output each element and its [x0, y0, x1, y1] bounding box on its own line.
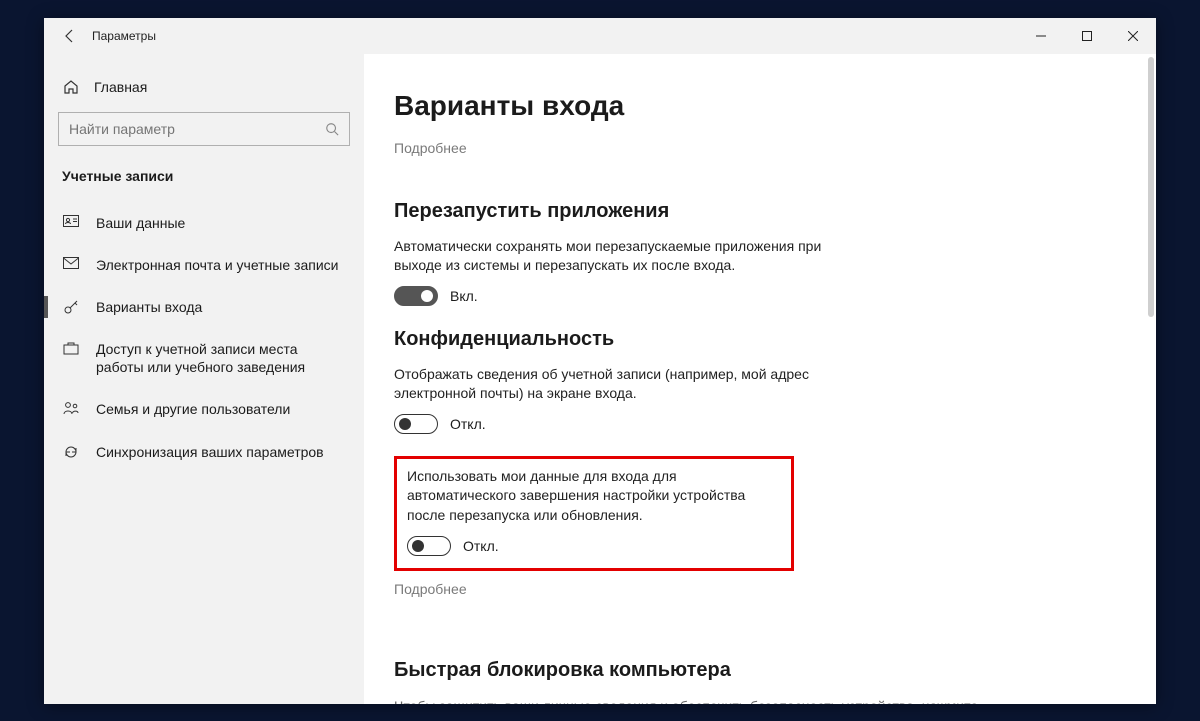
- minimize-button[interactable]: [1018, 20, 1064, 52]
- key-icon: [62, 299, 80, 315]
- home-label: Главная: [94, 79, 147, 95]
- maximize-button[interactable]: [1064, 20, 1110, 52]
- person-card-icon: [62, 215, 80, 229]
- section-lock-title: Быстрая блокировка компьютера: [394, 659, 1126, 682]
- show-account-toggle[interactable]: [394, 414, 438, 434]
- use-signin-info-toggle[interactable]: [407, 536, 451, 556]
- section-privacy-title: Конфиденциальность: [394, 328, 1126, 351]
- search-input[interactable]: [69, 121, 325, 137]
- sidebar-item-label: Электронная почта и учетные записи: [96, 256, 346, 274]
- sidebar-item-email[interactable]: Электронная почта и учетные записи: [44, 244, 364, 286]
- section-restart-desc: Автоматически сохранять мои перезапускае…: [394, 237, 864, 276]
- settings-window: Параметры Главная: [44, 18, 1156, 704]
- restart-apps-toggle[interactable]: [394, 286, 438, 306]
- home-icon: [62, 78, 80, 96]
- sidebar-item-signin-options[interactable]: Варианты входа: [44, 286, 364, 328]
- section-restart-title: Перезапустить приложения: [394, 200, 1126, 223]
- people-icon: [62, 401, 80, 415]
- window-title: Параметры: [92, 29, 156, 43]
- briefcase-icon: [62, 341, 80, 355]
- search-icon: [325, 122, 339, 136]
- section-lock-desc: Чтобы защитить ваши личные сведения и об…: [394, 696, 1014, 704]
- sidebar-category: Учетные записи: [44, 160, 364, 202]
- sync-icon: [62, 444, 80, 460]
- sidebar-item-label: Ваши данные: [96, 214, 346, 232]
- sidebar-item-work-access[interactable]: Доступ к учетной записи места работы или…: [44, 328, 364, 388]
- show-account-toggle-state: Откл.: [450, 416, 486, 432]
- sidebar-item-label: Синхронизация ваших параметров: [96, 443, 346, 461]
- close-button[interactable]: [1110, 20, 1156, 52]
- highlighted-setting: Использовать мои данные для входа для ав…: [394, 456, 794, 571]
- back-button[interactable]: [54, 20, 86, 52]
- sidebar-item-your-info[interactable]: Ваши данные: [44, 202, 364, 244]
- privacy-learn-more-link[interactable]: Подробнее: [394, 581, 467, 597]
- sidebar-item-sync[interactable]: Синхронизация ваших параметров: [44, 431, 364, 473]
- privacy-desc-2: Использовать мои данные для входа для ав…: [407, 467, 781, 526]
- mail-icon: [62, 257, 80, 269]
- page-title: Варианты входа: [394, 90, 1126, 122]
- sidebar-item-label: Варианты входа: [96, 298, 346, 316]
- titlebar: Параметры: [44, 18, 1156, 54]
- scrollbar[interactable]: [1148, 57, 1154, 317]
- sidebar-item-label: Семья и другие пользователи: [96, 400, 346, 418]
- sidebar: Главная Учетные записи Ваши данные: [44, 54, 364, 704]
- use-signin-info-toggle-state: Откл.: [463, 538, 499, 554]
- search-box[interactable]: [58, 112, 350, 146]
- home-nav[interactable]: Главная: [44, 68, 364, 106]
- learn-more-link[interactable]: Подробнее: [394, 140, 467, 156]
- restart-apps-toggle-state: Вкл.: [450, 288, 478, 304]
- sidebar-item-label: Доступ к учетной записи места работы или…: [96, 340, 346, 376]
- sidebar-item-family[interactable]: Семья и другие пользователи: [44, 388, 364, 430]
- sidebar-nav: Ваши данные Электронная почта и учетные …: [44, 202, 364, 473]
- main-content: Варианты входа Подробнее Перезапустить п…: [364, 54, 1156, 704]
- privacy-desc-1: Отображать сведения об учетной записи (н…: [394, 365, 864, 404]
